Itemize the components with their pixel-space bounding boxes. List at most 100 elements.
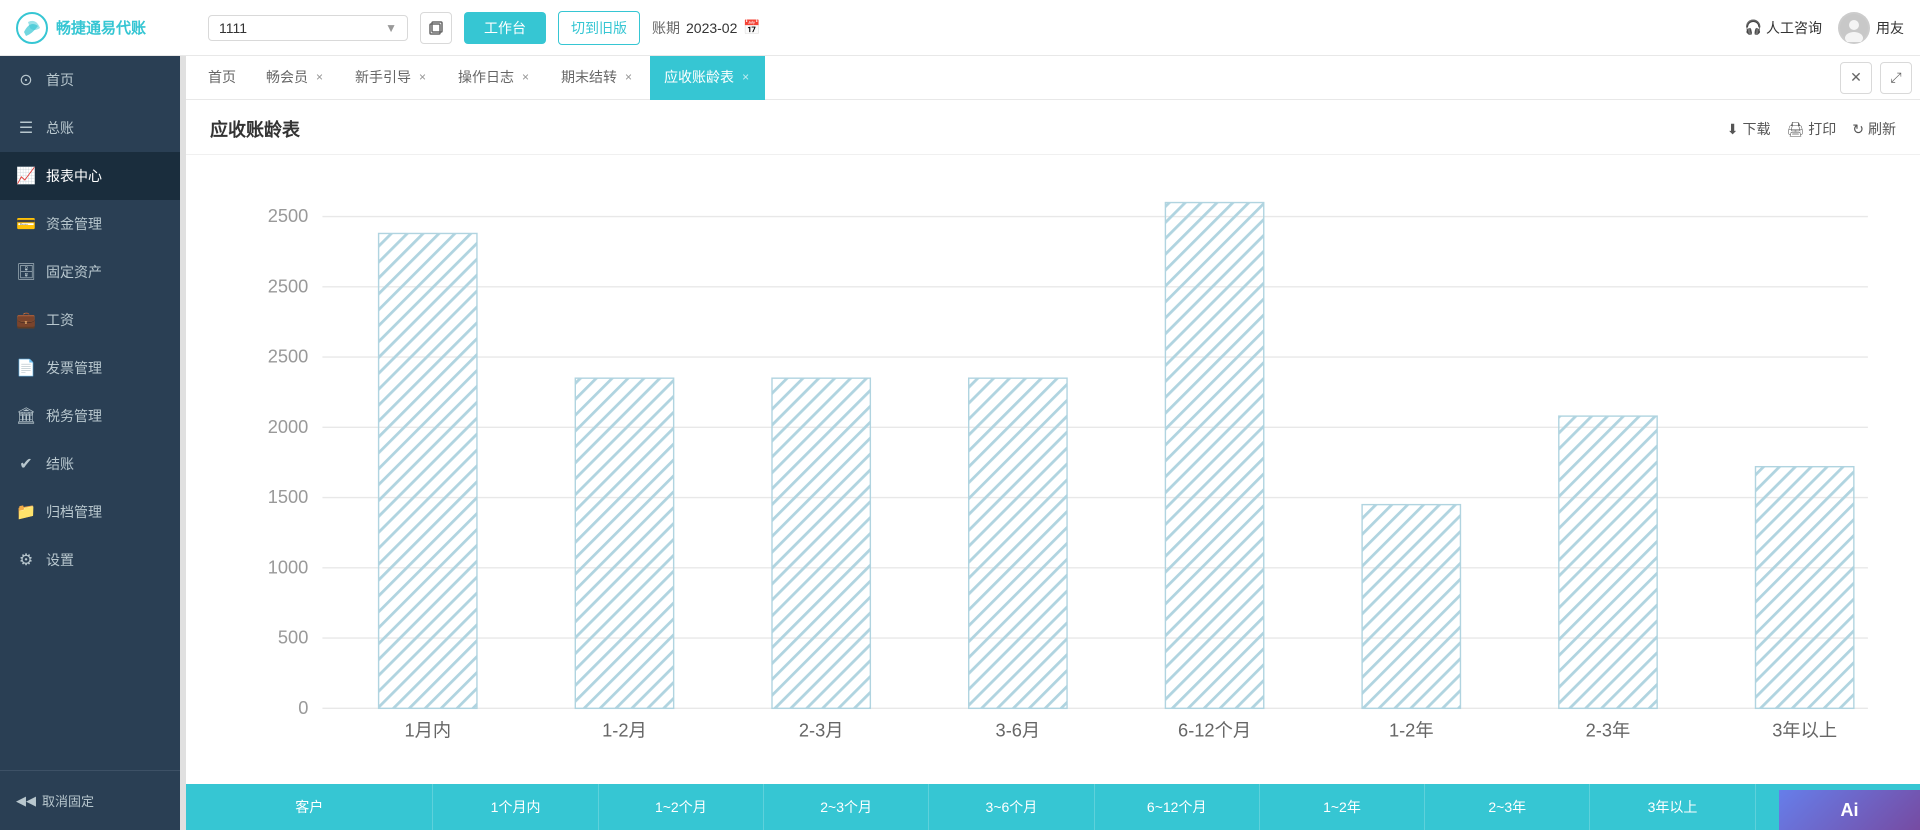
table-footer-header: 客户1个月内1~2个月2~3个月3~6个月6~12个月1~2年2~3年3年以上合… [186,784,1920,830]
sidebar-item-设置[interactable]: ⚙ 设置 [0,536,180,584]
period-area: 账期 2023-02 📅 [652,18,761,38]
page-title: 应收账龄表 [210,116,300,142]
tab-bar: 首页 畅会员 × 新手引导 × 操作日志 × 期末结转 × 应收账龄表 × ✕ ⤢ [186,56,1920,100]
sidebar-icon-税务管理: 🏛 [16,406,36,426]
tab-首页[interactable]: 首页 [194,56,250,100]
tab-label: 操作日志 [458,67,514,87]
chart-container: 2500 2500 2500 2000 1500 1000 500 0 [186,155,1920,784]
table-header-2~3个月: 2~3个月 [764,784,929,830]
chevron-down-icon: ▼ [385,21,397,35]
tab-close-icon[interactable]: × [314,70,325,84]
tab-期末结转[interactable]: 期末结转 × [547,56,648,100]
table-header-6~12个月: 6~12个月 [1095,784,1260,830]
sidebar-bottom: ◀◀ 取消固定 [0,770,180,830]
print-button[interactable]: 🖨 打印 [1786,119,1836,139]
tab-label: 新手引导 [355,67,411,87]
svg-text:1-2月: 1-2月 [602,719,647,740]
sidebar-label-工资: 工资 [46,310,74,330]
svg-text:2500: 2500 [268,275,309,296]
main-layout: ⊙ 首页 ☰ 总账 📈 报表中心 💳 资金管理 🗄 固定资产 💼 工资 📄 发票… [0,56,1920,830]
table-header-客户: 客户 [186,784,433,830]
sidebar-label-设置: 设置 [46,550,74,570]
svg-text:3年以上: 3年以上 [1772,719,1837,740]
sidebar-item-首页[interactable]: ⊙ 首页 [0,56,180,104]
tab-畅会员[interactable]: 畅会员 × [252,56,339,100]
logo-text: 畅捷通易代账 [56,17,146,38]
tab-close-icon[interactable]: × [417,70,428,84]
sidebar-icon-总账: ☰ [16,118,36,138]
sidebar-item-税务管理[interactable]: 🏛 税务管理 [0,392,180,440]
copy-icon-button[interactable] [420,12,452,44]
close-tab-button[interactable]: ✕ [1840,62,1872,94]
tab-close-icon[interactable]: × [740,70,751,84]
table-header-2~3年: 2~3年 [1425,784,1590,830]
sidebar-scroll: ⊙ 首页 ☰ 总账 📈 报表中心 💳 资金管理 🗄 固定资产 💼 工资 📄 发票… [0,56,180,770]
sidebar-icon-工资: 💼 [16,310,36,330]
period-label: 账期 [652,18,680,38]
sidebar-item-报表中心[interactable]: 📈 报表中心 [0,152,180,200]
refresh-icon: ↻ [1852,121,1864,138]
tab-操作日志[interactable]: 操作日志 × [444,56,545,100]
table-header-3年以上: 3年以上 [1590,784,1755,830]
old-version-button[interactable]: 切到旧版 [558,11,640,45]
content-area: 首页 畅会员 × 新手引导 × 操作日志 × 期末结转 × 应收账龄表 × ✕ ⤢ 应收账龄表 ⬇ … [186,56,1920,830]
top-header: 畅捷通易代账 1111 ▼ 工作台 切到旧版 账期 2023-02 📅 🎧 人工… [0,0,1920,56]
sidebar-icon-首页: ⊙ [16,70,36,90]
sidebar-icon-发票管理: 📄 [16,358,36,378]
sidebar-label-固定资产: 固定资产 [46,262,102,282]
svg-text:1500: 1500 [268,486,309,507]
tab-新手引导[interactable]: 新手引导 × [341,56,442,100]
tab-label: 首页 [208,67,236,87]
logo-area: 畅捷通易代账 [16,12,196,44]
svg-text:2500: 2500 [268,205,309,226]
svg-text:1-2年: 1-2年 [1389,719,1434,740]
unpin-button[interactable]: ◀◀ 取消固定 [0,781,180,820]
sidebar-item-总账[interactable]: ☰ 总账 [0,104,180,152]
table-header-1个月内: 1个月内 [433,784,598,830]
expand-tab-button[interactable]: ⤢ [1880,62,1912,94]
refresh-button[interactable]: ↻ 刷新 [1852,119,1896,139]
sidebar-label-总账: 总账 [46,118,74,138]
consult-label: 人工咨询 [1766,18,1822,38]
sidebar-item-工资[interactable]: 💼 工资 [0,296,180,344]
tab-label: 畅会员 [266,67,308,87]
download-button[interactable]: ⬇ 下载 [1727,119,1771,139]
tab-label: 期末结转 [561,67,617,87]
tab-应收账龄表[interactable]: 应收账龄表 × [650,56,765,100]
avatar [1838,12,1870,44]
sidebar-item-发票管理[interactable]: 📄 发票管理 [0,344,180,392]
consult-button[interactable]: 🎧 人工咨询 [1745,18,1822,38]
sidebar-icon-固定资产: 🗄 [16,262,36,282]
user-name: 用友 [1876,18,1904,38]
table-header-1~2年: 1~2年 [1260,784,1425,830]
chart-svg: 2500 2500 2500 2000 1500 1000 500 0 [210,165,1896,774]
tab-close-icon[interactable]: × [520,70,531,84]
sidebar-item-固定资产[interactable]: 🗄 固定资产 [0,248,180,296]
svg-text:2000: 2000 [268,416,309,437]
svg-text:2-3月: 2-3月 [799,719,844,740]
company-select[interactable]: 1111 ▼ [208,15,408,41]
tab-label: 应收账龄表 [664,67,734,87]
workbench-button[interactable]: 工作台 [464,12,546,44]
sidebar-label-资金管理: 资金管理 [46,214,102,234]
svg-text:1月内: 1月内 [404,719,451,740]
svg-text:3-6月: 3-6月 [996,719,1041,740]
ai-label: Ai [1841,800,1859,821]
tab-close-icon[interactable]: × [623,70,634,84]
print-icon: 🖨 [1786,121,1804,138]
sidebar-item-资金管理[interactable]: 💳 资金管理 [0,200,180,248]
unpin-label: 取消固定 [42,791,94,810]
sidebar-item-归档管理[interactable]: 📁 归档管理 [0,488,180,536]
sidebar-icon-资金管理: 💳 [16,214,36,234]
sidebar-item-结账[interactable]: ✔ 结账 [0,440,180,488]
page-header: 应收账龄表 ⬇ 下载 🖨 打印 ↻ 刷新 [186,100,1920,155]
calendar-icon[interactable]: 📅 [743,19,760,36]
table-header-1~2个月: 1~2个月 [599,784,764,830]
svg-text:0: 0 [298,697,308,718]
headset-icon: 🎧 [1745,19,1762,36]
ai-button[interactable]: Ai [1779,790,1920,830]
sidebar-label-发票管理: 发票管理 [46,358,102,378]
page-actions: ⬇ 下载 🖨 打印 ↻ 刷新 [1727,119,1896,139]
sidebar-label-归档管理: 归档管理 [46,502,102,522]
user-area[interactable]: 用友 [1838,12,1904,44]
